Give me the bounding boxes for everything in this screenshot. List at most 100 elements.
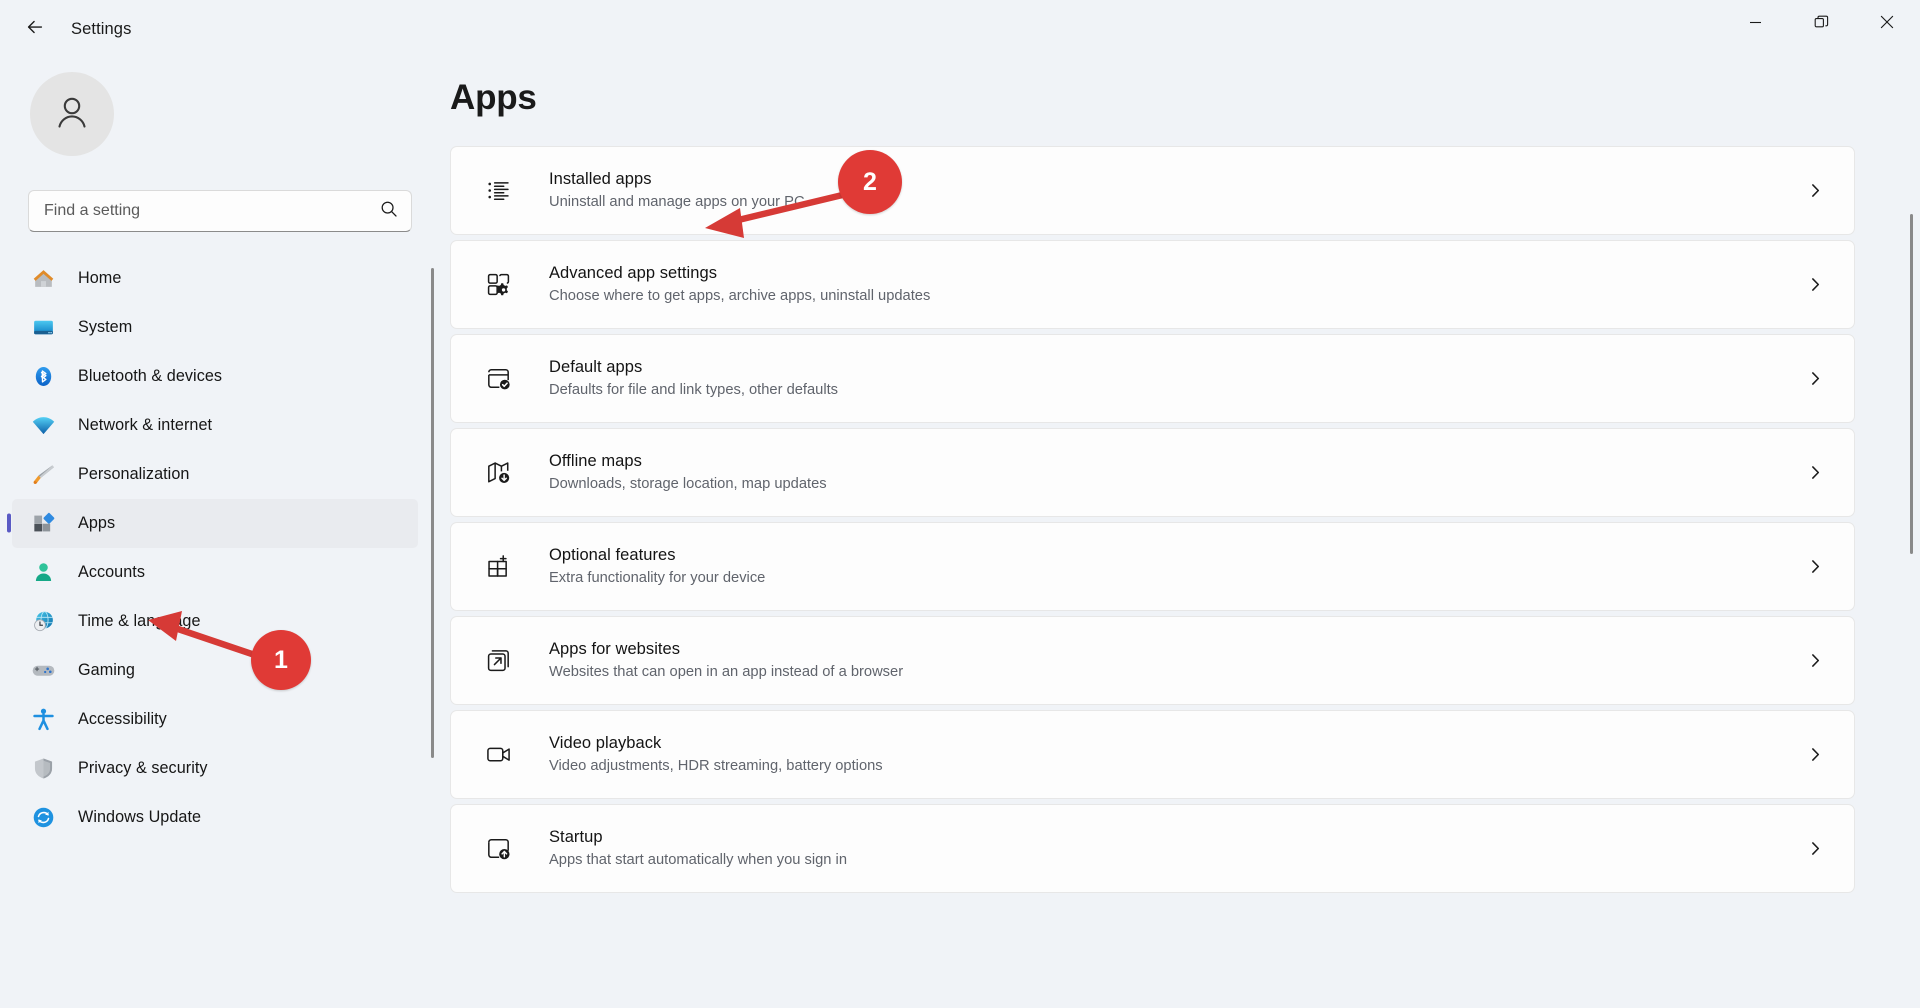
card-subtitle: Apps that start automatically when you s… [549,851,847,868]
home-icon [30,265,56,291]
sidebar-item-label: Home [78,268,122,287]
sidebar-item-accounts[interactable]: Accounts [12,548,418,597]
close-button[interactable] [1854,0,1920,44]
search-input[interactable] [44,202,380,220]
chevron-right-icon[interactable] [1802,742,1828,768]
sidebar-item-network-internet[interactable]: Network & internet [12,401,418,450]
settings-card-list: Installed apps Uninstall and manage apps… [450,146,1855,893]
card-title: Default apps [549,358,643,377]
search-icon[interactable] [380,200,398,223]
avatar[interactable] [30,72,114,156]
wifi-icon [30,412,56,438]
sidebar-item-label: Time & language [78,611,201,630]
avatar-row [0,58,442,156]
startup-arrow-icon [483,834,513,864]
card-advanced-app-settings[interactable]: Advanced app settings Choose where to ge… [450,240,1855,329]
card-optional-features[interactable]: Optional features Extra functionality fo… [450,522,1855,611]
card-text: Advanced app settings Choose where to ge… [549,262,1788,306]
sidebar-item-privacy-security[interactable]: Privacy & security [12,744,418,793]
card-subtitle: Websites that can open in an app instead… [549,663,904,680]
card-text: Video playback Video adjustments, HDR st… [549,732,1788,776]
card-title: Advanced app settings [549,264,717,283]
restore-button[interactable] [1788,0,1854,44]
back-arrow-icon [24,16,46,43]
window-title: Settings [71,19,132,38]
card-default-apps[interactable]: Default apps Defaults for file and link … [450,334,1855,423]
minimize-button[interactable] [1722,0,1788,44]
close-icon [1880,15,1894,29]
chevron-right-icon[interactable] [1802,648,1828,674]
sidebar-item-label: Bluetooth & devices [78,366,223,385]
card-title: Apps for websites [549,640,681,659]
sidebar-item-label: Network & internet [78,415,213,434]
chevron-right-icon[interactable] [1802,554,1828,580]
search-box-wrapper [0,156,442,232]
card-apps-for-websites[interactable]: Apps for websites Websites that can open… [450,616,1855,705]
video-camera-icon [483,740,513,770]
sidebar-item-label: Windows Update [78,807,202,826]
card-video-playback[interactable]: Video playback Video adjustments, HDR st… [450,710,1855,799]
main-scrollbar-thumb[interactable] [1910,214,1913,554]
sidebar-item-home[interactable]: Home [12,254,418,303]
sidebar-item-time-language[interactable]: Time & language [12,597,418,646]
system-monitor-icon [30,314,56,340]
sidebar-item-windows-update[interactable]: Windows Update [12,793,418,842]
chevron-right-icon[interactable] [1802,460,1828,486]
sidebar-item-gaming[interactable]: Gaming [12,646,418,695]
update-refresh-icon [30,804,56,830]
sidebar-item-bluetooth-devices[interactable]: Bluetooth & devices [12,352,418,401]
sidebar-item-label: Accounts [78,562,145,581]
sidebar: Home Sys [0,58,442,1008]
card-startup[interactable]: Startup Apps that start automatically wh… [450,804,1855,893]
sidebar-item-label: Accessibility [78,709,167,728]
apps-tiles-icon [30,510,56,536]
back-button[interactable] [15,9,55,49]
card-title: Startup [549,828,603,847]
external-link-icon [483,646,513,676]
sidebar-item-personalization[interactable]: Personalization [12,450,418,499]
window-check-icon [483,364,513,394]
app-gear-icon [483,270,513,300]
sidebar-nav: Home System Bluetooth & devices Network … [0,254,442,1008]
sidebar-item-apps[interactable]: Apps [12,499,418,548]
person-icon [30,559,56,585]
map-download-icon [483,458,513,488]
sidebar-item-label: Apps [78,513,116,532]
clock-globe-icon [30,608,56,634]
card-subtitle: Choose where to get apps, archive apps, … [549,287,931,304]
card-title: Offline maps [549,452,642,471]
chevron-right-icon[interactable] [1802,272,1828,298]
chevron-right-icon[interactable] [1802,178,1828,204]
sidebar-scrollbar-thumb[interactable] [431,268,434,758]
sidebar-item-accessibility[interactable]: Accessibility [12,695,418,744]
page-title: Apps [450,78,537,117]
chevron-right-icon[interactable] [1802,836,1828,862]
card-offline-maps[interactable]: Offline maps Downloads, storage location… [450,428,1855,517]
card-subtitle: Defaults for file and link types, other … [549,381,839,398]
card-subtitle: Uninstall and manage apps on your PC [549,193,805,210]
sidebar-item-label: Personalization [78,464,190,483]
search-box[interactable] [28,190,412,232]
sidebar-item-label: System [78,317,133,336]
card-title: Video playback [549,734,662,753]
card-installed-apps[interactable]: Installed apps Uninstall and manage apps… [450,146,1855,235]
minimize-icon [1749,21,1761,23]
sidebar-scrollbar[interactable] [431,254,434,1008]
card-text: Default apps Defaults for file and link … [549,356,1788,400]
restore-icon [1814,15,1828,27]
bulleted-list-icon [483,176,513,206]
window-body: Home Sys [0,58,1920,1008]
card-subtitle: Video adjustments, HDR streaming, batter… [549,757,883,774]
card-text: Offline maps Downloads, storage location… [549,450,1788,494]
chevron-right-icon[interactable] [1802,366,1828,392]
sidebar-item-system[interactable]: System [12,303,418,352]
grid-plus-icon [483,552,513,582]
main-scrollbar[interactable] [1910,92,1913,1002]
gamepad-icon [30,657,56,683]
card-subtitle: Downloads, storage location, map updates [549,475,827,492]
card-title: Installed apps [549,170,652,189]
card-text: Apps for websites Websites that can open… [549,638,1788,682]
card-subtitle: Extra functionality for your device [549,569,766,586]
window-controls [1722,0,1920,58]
sidebar-item-label: Gaming [78,660,135,679]
